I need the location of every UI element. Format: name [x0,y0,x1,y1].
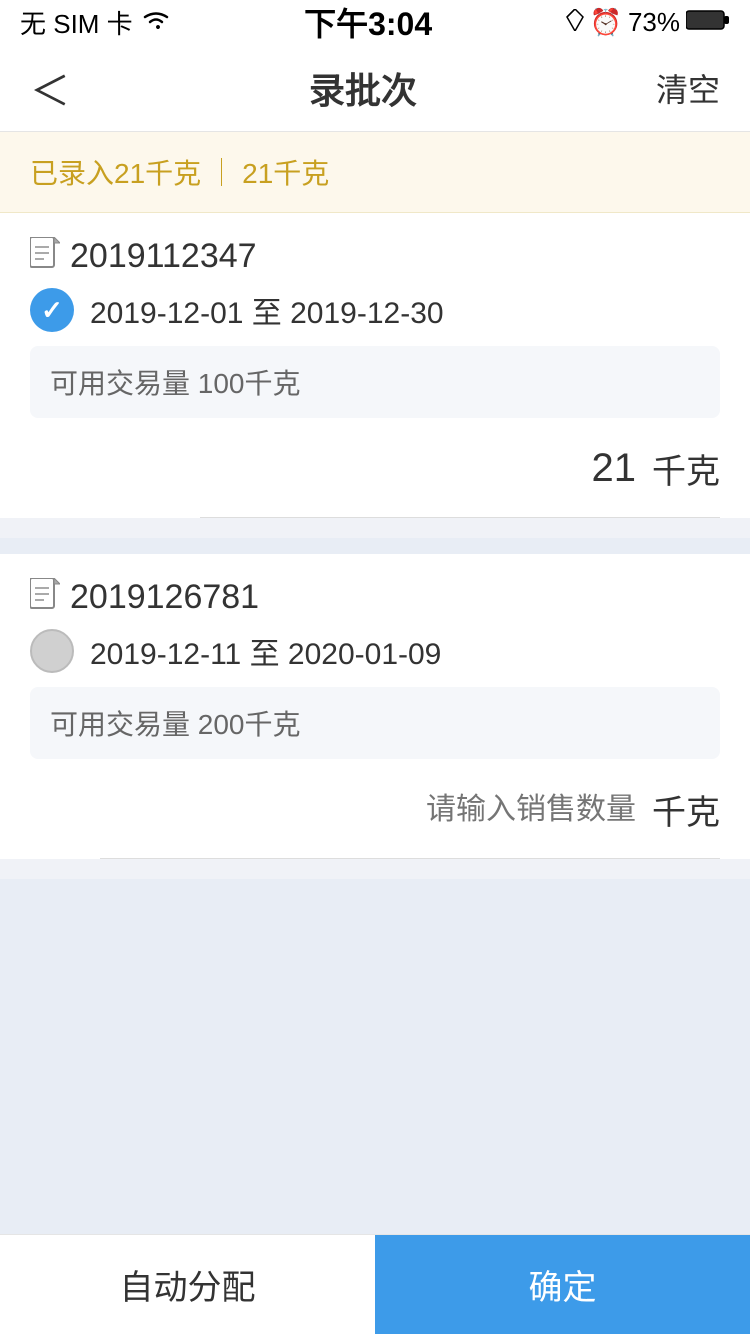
input-row-1: 21 千克 [0,434,750,517]
status-time: 下午3:04 [304,0,432,45]
batch-header-2: 2019126781 [0,554,750,625]
qty-value-1: 21 [592,446,637,491]
underline-2 [100,858,720,859]
batch-date-row-2[interactable]: 2019-12-11 至 2020-01-09 [0,625,750,681]
radio-1[interactable]: ✓ [30,288,74,332]
wifi-icon [141,7,171,38]
total-amount: 21千克 [242,152,329,192]
batch-available-2: 可用交易量 200千克 [30,687,720,759]
bottom-bar: 自动分配 确定 [0,1234,750,1334]
qty-unit-2: 千克 [652,785,720,834]
batch-header-1: 2019112347 [0,213,750,284]
batch-available-1: 可用交易量 100千克 [30,346,720,418]
auto-distribute-button[interactable]: 自动分配 [0,1235,375,1334]
summary-divider [221,158,222,186]
bottom-area [0,879,750,1239]
back-button[interactable]: ＜ [30,59,70,117]
batch-date-row-1[interactable]: ✓ 2019-12-01 至 2019-12-30 [0,284,750,340]
batch-card-1: 2019112347 ✓ 2019-12-01 至 2019-12-30 可用交… [0,213,750,518]
qty-input-2[interactable] [250,793,636,827]
batch-id-2: 2019126781 [70,578,259,617]
summary-bar: 已录入21千克 21千克 [0,132,750,213]
nav-bar: ＜ 录批次 清空 [0,44,750,132]
status-left: 无 SIM 卡 [20,4,171,41]
battery-icon [686,7,730,38]
location-icon [566,7,584,38]
status-bar: 无 SIM 卡 下午3:04 ⏰ 73% [0,0,750,44]
clear-button[interactable]: 清空 [656,65,720,111]
batch-date-2: 2019-12-11 至 2020-01-09 [90,629,441,673]
alarm-icon: ⏰ [590,7,622,38]
section-divider [0,538,750,554]
underline-1 [200,517,720,518]
batch-card-2: 2019126781 2019-12-11 至 2020-01-09 可用交易量… [0,554,750,859]
batch-date-1: 2019-12-01 至 2019-12-30 [90,288,444,332]
confirm-button[interactable]: 确定 [375,1235,750,1334]
status-right: ⏰ 73% [566,7,730,38]
checkmark-1: ✓ [41,295,63,326]
batch-id-1: 2019112347 [70,237,257,276]
recorded-amount: 已录入21千克 [30,152,201,192]
page-title: 录批次 [309,62,417,114]
doc-icon-2 [30,578,60,617]
no-sim-text: 无 SIM 卡 [20,4,133,41]
doc-icon-1 [30,237,60,276]
qty-unit-1: 千克 [652,444,720,493]
battery-percent: 73% [628,7,680,38]
radio-2[interactable] [30,629,74,673]
input-row-2[interactable]: 千克 [0,775,750,858]
